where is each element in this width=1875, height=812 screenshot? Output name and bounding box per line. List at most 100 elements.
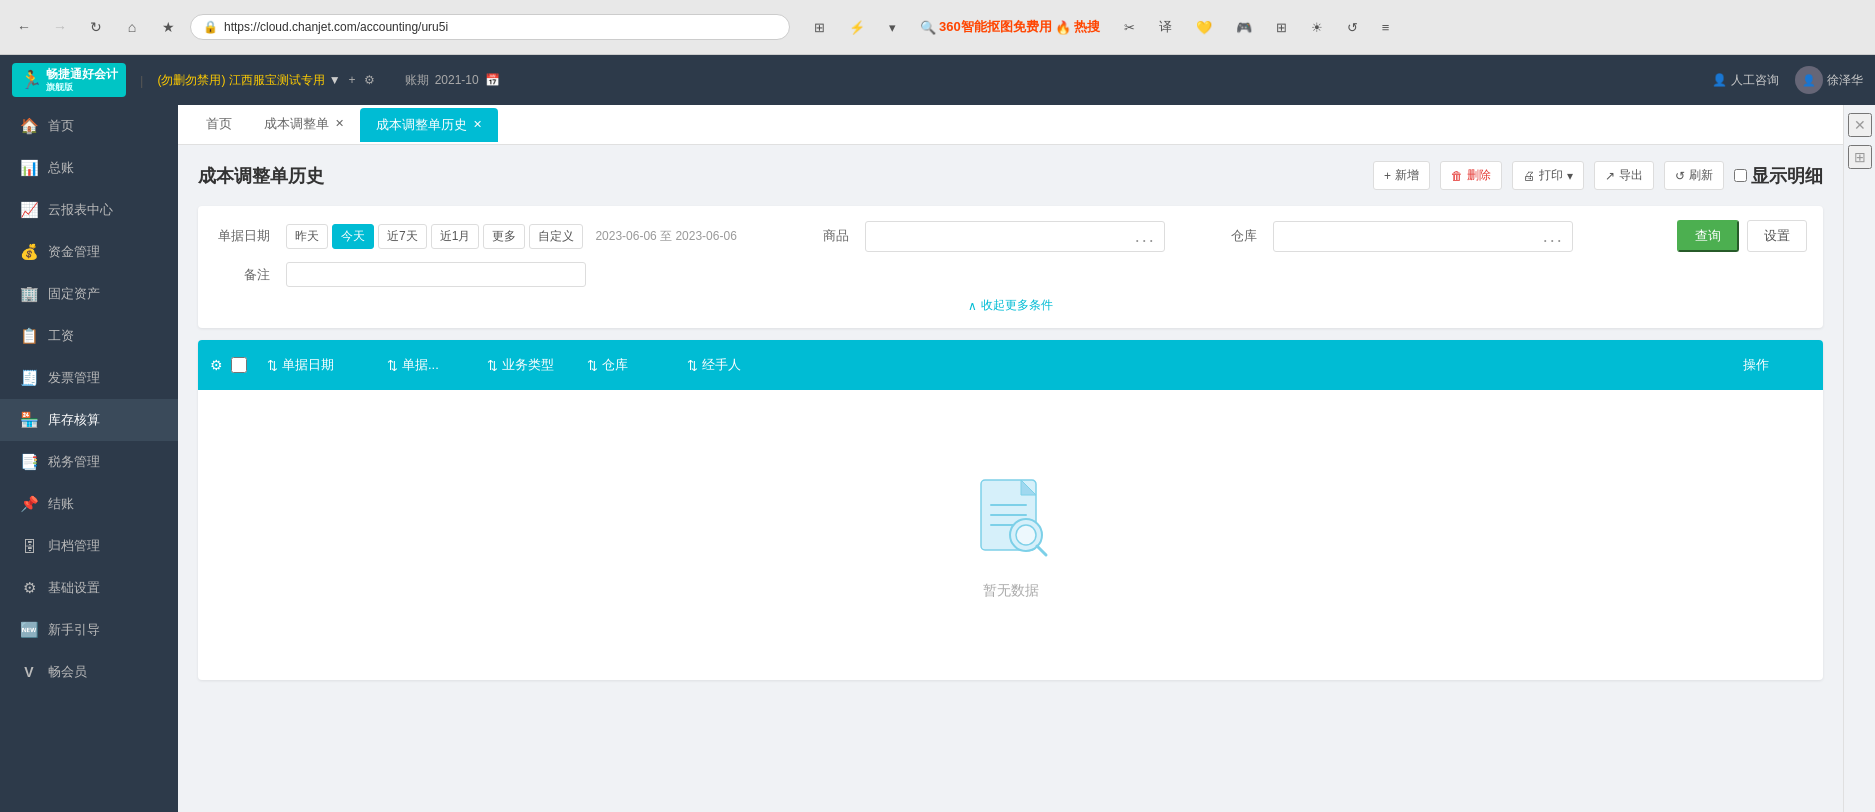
inventory-icon: 🏪 bbox=[20, 411, 38, 429]
col-date[interactable]: ⇅ 单据日期 bbox=[255, 348, 375, 382]
browser-tools: ⊞ ⚡ ▾ 🔍 360智能抠图免费用 🔥 热搜 ✂ 译 💛 🎮 ⊞ ☀ ↺ ≡ bbox=[808, 16, 1395, 38]
menu-icon[interactable]: ≡ bbox=[1376, 18, 1396, 37]
company-dropdown-icon: ▼ bbox=[329, 73, 341, 87]
date-filter-label: 单据日期 bbox=[214, 227, 270, 245]
reports-icon: 📈 bbox=[20, 201, 38, 219]
forward-button[interactable]: → bbox=[46, 13, 74, 41]
tab-cost-adjust[interactable]: 成本调整单 ✕ bbox=[248, 107, 360, 143]
home-button[interactable]: ⌂ bbox=[118, 13, 146, 41]
close-panel-button[interactable]: ✕ bbox=[1848, 113, 1872, 137]
lightning-icon[interactable]: ⚡ bbox=[843, 18, 871, 37]
date-btn-7days[interactable]: 近7天 bbox=[378, 224, 427, 249]
back-button[interactable]: ← bbox=[10, 13, 38, 41]
sidebar-item-archive[interactable]: 🗄 归档管理 bbox=[0, 525, 178, 567]
col-type[interactable]: ⇅ 业务类型 bbox=[475, 348, 575, 382]
sidebar-item-guide[interactable]: 🆕 新手引导 bbox=[0, 609, 178, 651]
sidebar-item-fixed-assets[interactable]: 🏢 固定资产 bbox=[0, 273, 178, 315]
date-btn-1month[interactable]: 近1月 bbox=[431, 224, 480, 249]
bookmark-button[interactable]: ★ bbox=[154, 13, 182, 41]
collapse-label: 收起更多条件 bbox=[981, 297, 1053, 314]
new-icon: + bbox=[1384, 169, 1391, 183]
collapse-button[interactable]: ∧ 收起更多条件 bbox=[968, 297, 1053, 314]
tab-close-icon[interactable]: ✕ bbox=[335, 117, 344, 130]
tab-home[interactable]: 首页 bbox=[190, 107, 248, 143]
page-title: 成本调整单历史 bbox=[198, 164, 324, 188]
date-btn-today[interactable]: 今天 bbox=[332, 224, 374, 249]
col-warehouse[interactable]: ⇅ 仓库 bbox=[575, 348, 675, 382]
support-button[interactable]: 👤 人工咨询 bbox=[1712, 72, 1779, 89]
table-settings-button[interactable]: ⚙ bbox=[210, 357, 223, 373]
show-detail-checkbox[interactable]: 显示明细 bbox=[1734, 164, 1823, 188]
sidebar-item-inventory[interactable]: 🏪 库存核算 bbox=[0, 399, 178, 441]
expand-panel-button[interactable]: ⊞ bbox=[1848, 145, 1872, 169]
filter-row-remark: 备注 bbox=[214, 262, 1807, 287]
user-button[interactable]: 👤 徐泽华 bbox=[1795, 66, 1863, 94]
new-button[interactable]: + 新增 bbox=[1373, 161, 1430, 190]
empty-state: 暂无数据 bbox=[198, 390, 1823, 680]
translate-icon[interactable]: 译 bbox=[1153, 16, 1178, 38]
col-num-sort-icon: ⇅ bbox=[387, 358, 398, 373]
address-bar[interactable]: 🔒 https://cloud.chanjet.com/accounting/u… bbox=[190, 14, 790, 40]
sidebar-item-settings[interactable]: ⚙ 基础设置 bbox=[0, 567, 178, 609]
col-num-label: 单据... bbox=[402, 356, 439, 374]
sidebar-item-label: 新手引导 bbox=[48, 621, 100, 639]
export-button[interactable]: ↗ 导出 bbox=[1594, 161, 1654, 190]
date-btn-yesterday[interactable]: 昨天 bbox=[286, 224, 328, 249]
wallet-icon[interactable]: 💛 bbox=[1190, 18, 1218, 37]
sidebar-item-label: 总账 bbox=[48, 159, 74, 177]
filter-area: 单据日期 昨天 今天 近7天 近1月 更多 自定义 2023-06-06 至 2… bbox=[198, 206, 1823, 328]
refresh-button[interactable]: ↻ bbox=[82, 13, 110, 41]
tab-cost-adjust-history[interactable]: 成本调整单历史 ✕ bbox=[360, 108, 498, 142]
refresh-button[interactable]: ↺ 刷新 bbox=[1664, 161, 1724, 190]
history-icon[interactable]: ↺ bbox=[1341, 18, 1364, 37]
export-label: 导出 bbox=[1619, 167, 1643, 184]
brightness-icon[interactable]: ☀ bbox=[1305, 18, 1329, 37]
select-all-checkbox[interactable] bbox=[231, 357, 247, 373]
guide-icon: 🆕 bbox=[20, 621, 38, 639]
company-selector[interactable]: (勿删勿禁用) 江西服宝测试专用 ▼ + ⚙ bbox=[157, 72, 374, 89]
sidebar: 🏠 首页 📊 总账 📈 云报表中心 💰 资金管理 🏢 固定资产 📋 工资 🧾 发… bbox=[0, 105, 178, 812]
sidebar-item-funds[interactable]: 💰 资金管理 bbox=[0, 231, 178, 273]
col-date-sort-icon: ⇅ bbox=[267, 358, 278, 373]
sidebar-item-payroll[interactable]: 📋 工资 bbox=[0, 315, 178, 357]
right-sidebar: ✕ ⊞ bbox=[1843, 105, 1875, 812]
delete-button[interactable]: 🗑 删除 bbox=[1440, 161, 1502, 190]
search-button[interactable]: 🔍 360智能抠图免费用 🔥 热搜 bbox=[914, 16, 1106, 38]
period-label: 账期 bbox=[405, 72, 429, 89]
date-btn-more[interactable]: 更多 bbox=[483, 224, 525, 249]
goods-dots: ... bbox=[1135, 226, 1156, 247]
query-button[interactable]: 查询 bbox=[1677, 220, 1739, 252]
sidebar-item-ledger[interactable]: 📊 总账 bbox=[0, 147, 178, 189]
warehouse-filter-select[interactable]: ... bbox=[1273, 221, 1573, 252]
date-btn-custom[interactable]: 自定义 bbox=[529, 224, 583, 249]
goods-filter-select[interactable]: ... bbox=[865, 221, 1165, 252]
sidebar-item-label: 固定资产 bbox=[48, 285, 100, 303]
sidebar-item-close[interactable]: 📌 结账 bbox=[0, 483, 178, 525]
settings-button[interactable]: 设置 bbox=[1747, 220, 1807, 252]
sidebar-item-invoice[interactable]: 🧾 发票管理 bbox=[0, 357, 178, 399]
col-operator[interactable]: ⇅ 经手人 bbox=[675, 348, 795, 382]
print-label: 打印 bbox=[1539, 167, 1563, 184]
game-icon[interactable]: 🎮 bbox=[1230, 18, 1258, 37]
sidebar-item-tax[interactable]: 📑 税务管理 bbox=[0, 441, 178, 483]
apps-icon[interactable]: ⊞ bbox=[1270, 18, 1293, 37]
sidebar-item-reports[interactable]: 📈 云报表中心 bbox=[0, 189, 178, 231]
home-icon: 🏠 bbox=[20, 117, 38, 135]
sidebar-item-home[interactable]: 🏠 首页 bbox=[0, 105, 178, 147]
svg-point-6 bbox=[1016, 525, 1036, 545]
query-buttons: 查询 设置 bbox=[1677, 220, 1807, 252]
print-button[interactable]: 🖨 打印 ▾ bbox=[1512, 161, 1584, 190]
support-icon: 👤 bbox=[1712, 73, 1727, 87]
col-warehouse-sort-icon: ⇅ bbox=[587, 358, 598, 373]
col-type-sort-icon: ⇅ bbox=[487, 358, 498, 373]
scissors-icon[interactable]: ✂ bbox=[1118, 18, 1141, 37]
dropdown-icon[interactable]: ▾ bbox=[883, 18, 902, 37]
remark-input[interactable] bbox=[286, 262, 586, 287]
tab-close-icon[interactable]: ✕ bbox=[473, 118, 482, 131]
sidebar-item-member[interactable]: V 畅会员 bbox=[0, 651, 178, 693]
calendar-icon[interactable]: 📅 bbox=[485, 73, 500, 87]
grid-icon[interactable]: ⊞ bbox=[808, 18, 831, 37]
tab-label: 首页 bbox=[206, 115, 232, 133]
col-num[interactable]: ⇅ 单据... bbox=[375, 348, 475, 382]
show-detail-input[interactable] bbox=[1734, 169, 1747, 182]
